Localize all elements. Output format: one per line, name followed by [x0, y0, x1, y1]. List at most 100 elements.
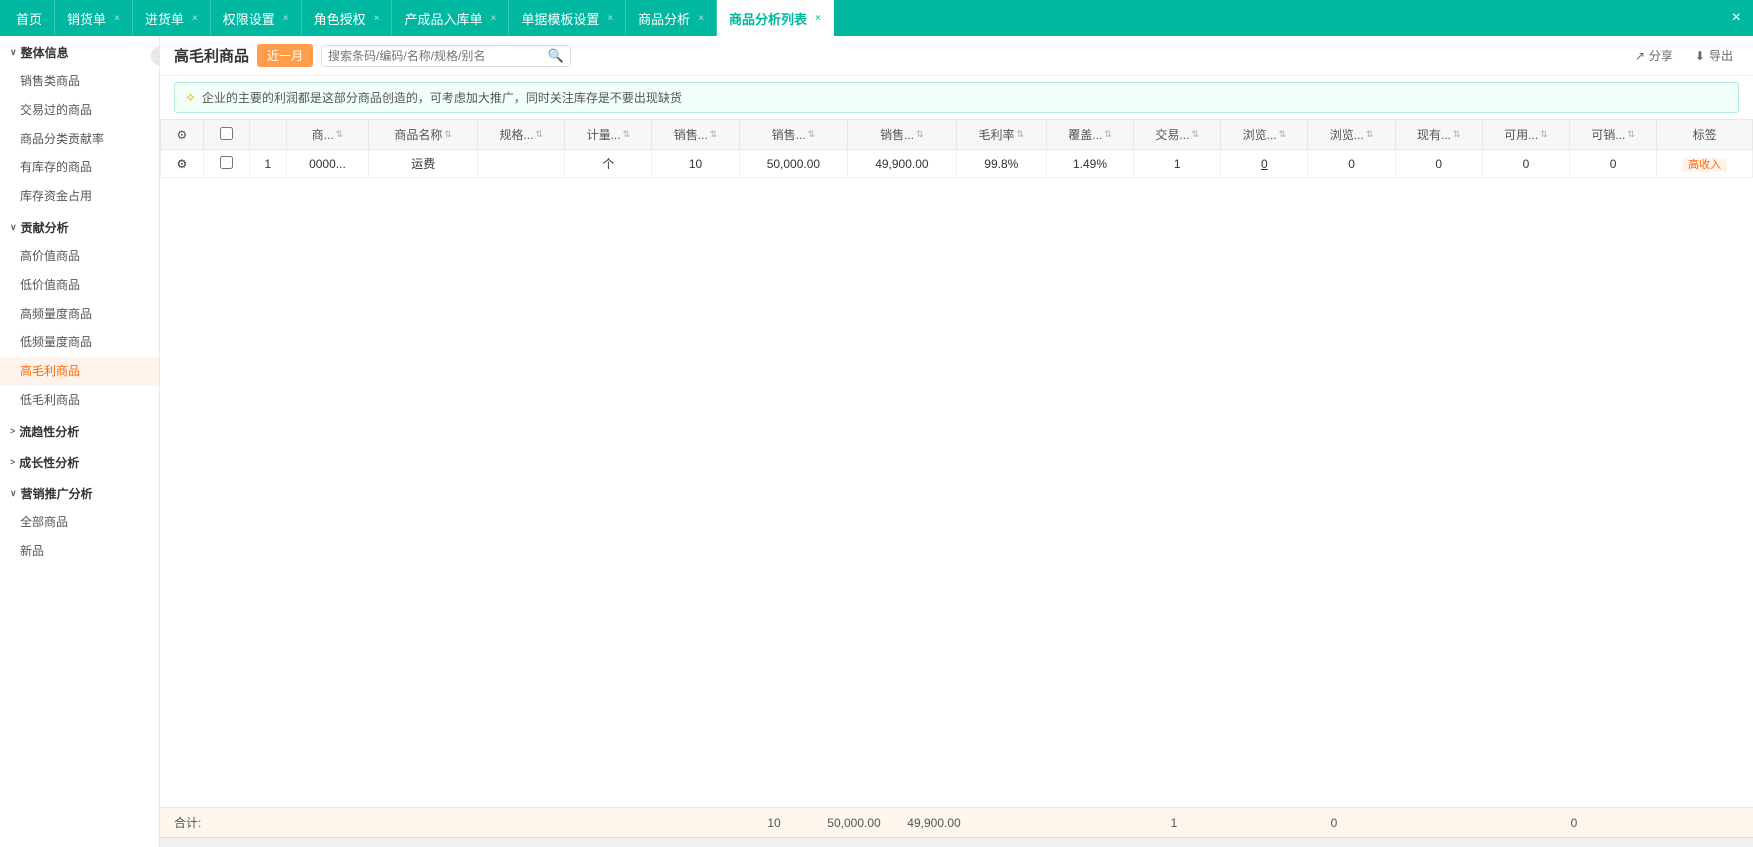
info-text: 企业的主要的利润都是这部分商品创造的，可考虑加大推广，同时关注库存是不要出现缺货 — [202, 89, 682, 106]
sidebar-group-label-overall: 整体信息 — [21, 44, 69, 61]
close-tab-analysis[interactable]: × — [698, 13, 704, 24]
close-tab-product-import[interactable]: × — [490, 13, 496, 24]
close-tab-sales[interactable]: × — [114, 13, 120, 24]
nav-tab-home[interactable]: 首页 — [4, 0, 55, 36]
sidebar-item-stock-capital[interactable]: 库存资金占用 — [0, 182, 159, 211]
cell-name: 运费 — [369, 150, 478, 178]
sort-icon-sales-qty: ⇅ — [710, 129, 718, 140]
table-header-sales-cost[interactable]: 销售...⇅ — [848, 120, 957, 150]
table-header-sales-qty[interactable]: 销售...⇅ — [652, 120, 739, 150]
sidebar-group-overall[interactable]: ∨ 整体信息 — [0, 36, 159, 67]
table-header-browse1[interactable]: 浏览...⇅ — [1221, 120, 1308, 150]
nav-tab-template[interactable]: 单据模板设置× — [509, 0, 626, 36]
nav-tab-product-import[interactable]: 产成品入库单× — [392, 0, 509, 36]
nav-tab-analysis[interactable]: 商品分析× — [626, 0, 717, 36]
sort-icon-name: ⇅ — [444, 129, 452, 140]
table-header-unit[interactable]: 计量...⇅ — [565, 120, 652, 150]
cell-unit: 个 — [565, 150, 652, 178]
table-header-sellable[interactable]: 可销...⇅ — [1570, 120, 1657, 150]
share-button[interactable]: ↗ 分享 — [1629, 44, 1679, 67]
sidebar-item-sales-goods[interactable]: 销售类商品 — [0, 67, 159, 96]
sort-icon-unit: ⇅ — [623, 129, 631, 140]
sidebar-item-in-stock[interactable]: 有库存的商品 — [0, 153, 159, 182]
close-tab-purchase[interactable]: × — [192, 13, 198, 24]
table-header-available[interactable]: 可用...⇅ — [1482, 120, 1569, 150]
horizontal-scrollbar[interactable] — [160, 837, 1753, 847]
filter-recent-month-button[interactable]: 近一月 — [257, 44, 313, 67]
sidebar-item-new-goods[interactable]: 新品 — [0, 537, 159, 566]
close-tab-auth[interactable]: × — [283, 13, 289, 24]
search-input[interactable] — [328, 49, 544, 63]
sidebar-group-arrow-overall: ∨ — [10, 47, 17, 58]
footer-bar: 合计: 1050,000.0049,900.00100 — [160, 807, 1753, 837]
sidebar-item-low-freq[interactable]: 低频量度商品 — [0, 328, 159, 357]
sort-icon-browse2: ⇅ — [1366, 129, 1374, 140]
search-box: 🔍 — [321, 45, 571, 67]
select-all-checkbox[interactable] — [220, 127, 233, 140]
footer-cell-9 — [974, 816, 1054, 830]
sidebar-item-traded-goods[interactable]: 交易过的商品 — [0, 96, 159, 125]
cell-tag: 高收入 — [1657, 150, 1753, 178]
table-header-gross-rate[interactable]: 毛利率⇅ — [956, 120, 1046, 150]
export-label: 导出 — [1709, 47, 1733, 64]
close-tab-analysis-list[interactable]: × — [815, 13, 821, 24]
sidebar-group-marketing[interactable]: ∨营销推广分析 — [0, 477, 159, 508]
sort-icon-trade: ⇅ — [1191, 129, 1199, 140]
table-body: ⚙10000...运费个1050,000.0049,900.0099.8%1.4… — [161, 150, 1753, 178]
export-button[interactable]: ⬇ 导出 — [1689, 44, 1739, 67]
close-tab-role[interactable]: × — [374, 13, 380, 24]
table-header-trade[interactable]: 交易...⇅ — [1134, 120, 1221, 150]
top-navigation: 首页销货单×进货单×权限设置×角色授权×产成品入库单×单据模板设置×商品分析×商… — [0, 0, 1753, 36]
sidebar-item-high-freq[interactable]: 高频量度商品 — [0, 300, 159, 329]
table-header-coverage[interactable]: 覆盖...⇅ — [1046, 120, 1133, 150]
cell-browse2: 0 — [1308, 150, 1395, 178]
footer-cell-10 — [1054, 816, 1134, 830]
footer-cell-16: 0 — [1534, 816, 1614, 830]
footer-cell-2 — [414, 816, 494, 830]
sort-icon-available: ⇅ — [1540, 129, 1548, 140]
sidebar-item-low-value[interactable]: 低价值商品 — [0, 271, 159, 300]
sidebar-group-arrow-growth: > — [10, 457, 15, 467]
sort-icon-sellable: ⇅ — [1627, 129, 1635, 140]
sidebar-group-trend[interactable]: >流趋性分析 — [0, 415, 159, 446]
table-header-code[interactable]: 商...⇅ — [286, 120, 369, 150]
sidebar-item-high-value[interactable]: 高价值商品 — [0, 242, 159, 271]
footer-cell-5 — [654, 816, 734, 830]
share-label: 分享 — [1649, 47, 1673, 64]
sidebar-item-sku-contrib[interactable]: 商品分类贡献率 — [0, 125, 159, 154]
nav-tab-role[interactable]: 角色授权× — [302, 0, 393, 36]
nav-tab-purchase[interactable]: 进货单× — [133, 0, 211, 36]
close-tab-template[interactable]: × — [607, 13, 613, 24]
sidebar-item-low-profit[interactable]: 低毛利商品 — [0, 386, 159, 415]
sort-icon-spec: ⇅ — [535, 129, 543, 140]
sidebar-item-high-profit[interactable]: 高毛利商品 — [0, 357, 159, 386]
sidebar-group-label-growth: 成长性分析 — [19, 454, 79, 471]
nav-tab-sales[interactable]: 销货单× — [55, 0, 133, 36]
table-header-sales-amount[interactable]: 销售...⇅ — [739, 120, 848, 150]
sidebar-item-all-goods[interactable]: 全部商品 — [0, 508, 159, 537]
sort-icon-gross-rate: ⇅ — [1017, 129, 1025, 140]
browse-link-0[interactable]: 0 — [1261, 157, 1268, 171]
table-header-current-stock[interactable]: 现有...⇅ — [1395, 120, 1482, 150]
table-header-index — [250, 120, 287, 150]
sidebar-group-label-trend: 流趋性分析 — [19, 423, 79, 440]
row-checkbox-0[interactable] — [220, 156, 233, 169]
search-icon[interactable]: 🔍 — [548, 48, 564, 64]
sidebar-group-wealth[interactable]: ∨贡献分析 — [0, 211, 159, 242]
cell-settings[interactable]: ⚙ — [161, 150, 204, 178]
table-header-browse2[interactable]: 浏览...⇅ — [1308, 120, 1395, 150]
sidebar-group-growth[interactable]: > 成长性分析 — [0, 446, 159, 477]
table-header-name[interactable]: 商品名称⇅ — [369, 120, 478, 150]
table-header-spec[interactable]: 规格...⇅ — [478, 120, 565, 150]
footer-cell-0 — [254, 816, 334, 830]
header-actions: ↗ 分享 ⬇ 导出 — [1629, 44, 1739, 67]
footer-cell-4 — [574, 816, 654, 830]
sort-icon-browse1: ⇅ — [1279, 129, 1287, 140]
nav-tab-analysis-list[interactable]: 商品分析列表× — [717, 0, 834, 36]
main-layout: « ∨整体信息销售类商品交易过的商品商品分类贡献率有库存的商品库存资金占用∨贡献… — [0, 36, 1753, 847]
footer-cell-8: 49,900.00 — [894, 816, 974, 830]
close-all-tabs[interactable]: × — [1724, 9, 1749, 27]
nav-tab-auth[interactable]: 权限设置× — [211, 0, 302, 36]
cell-sellable: 0 — [1570, 150, 1657, 178]
page-title: 高毛利商品 — [174, 45, 249, 66]
